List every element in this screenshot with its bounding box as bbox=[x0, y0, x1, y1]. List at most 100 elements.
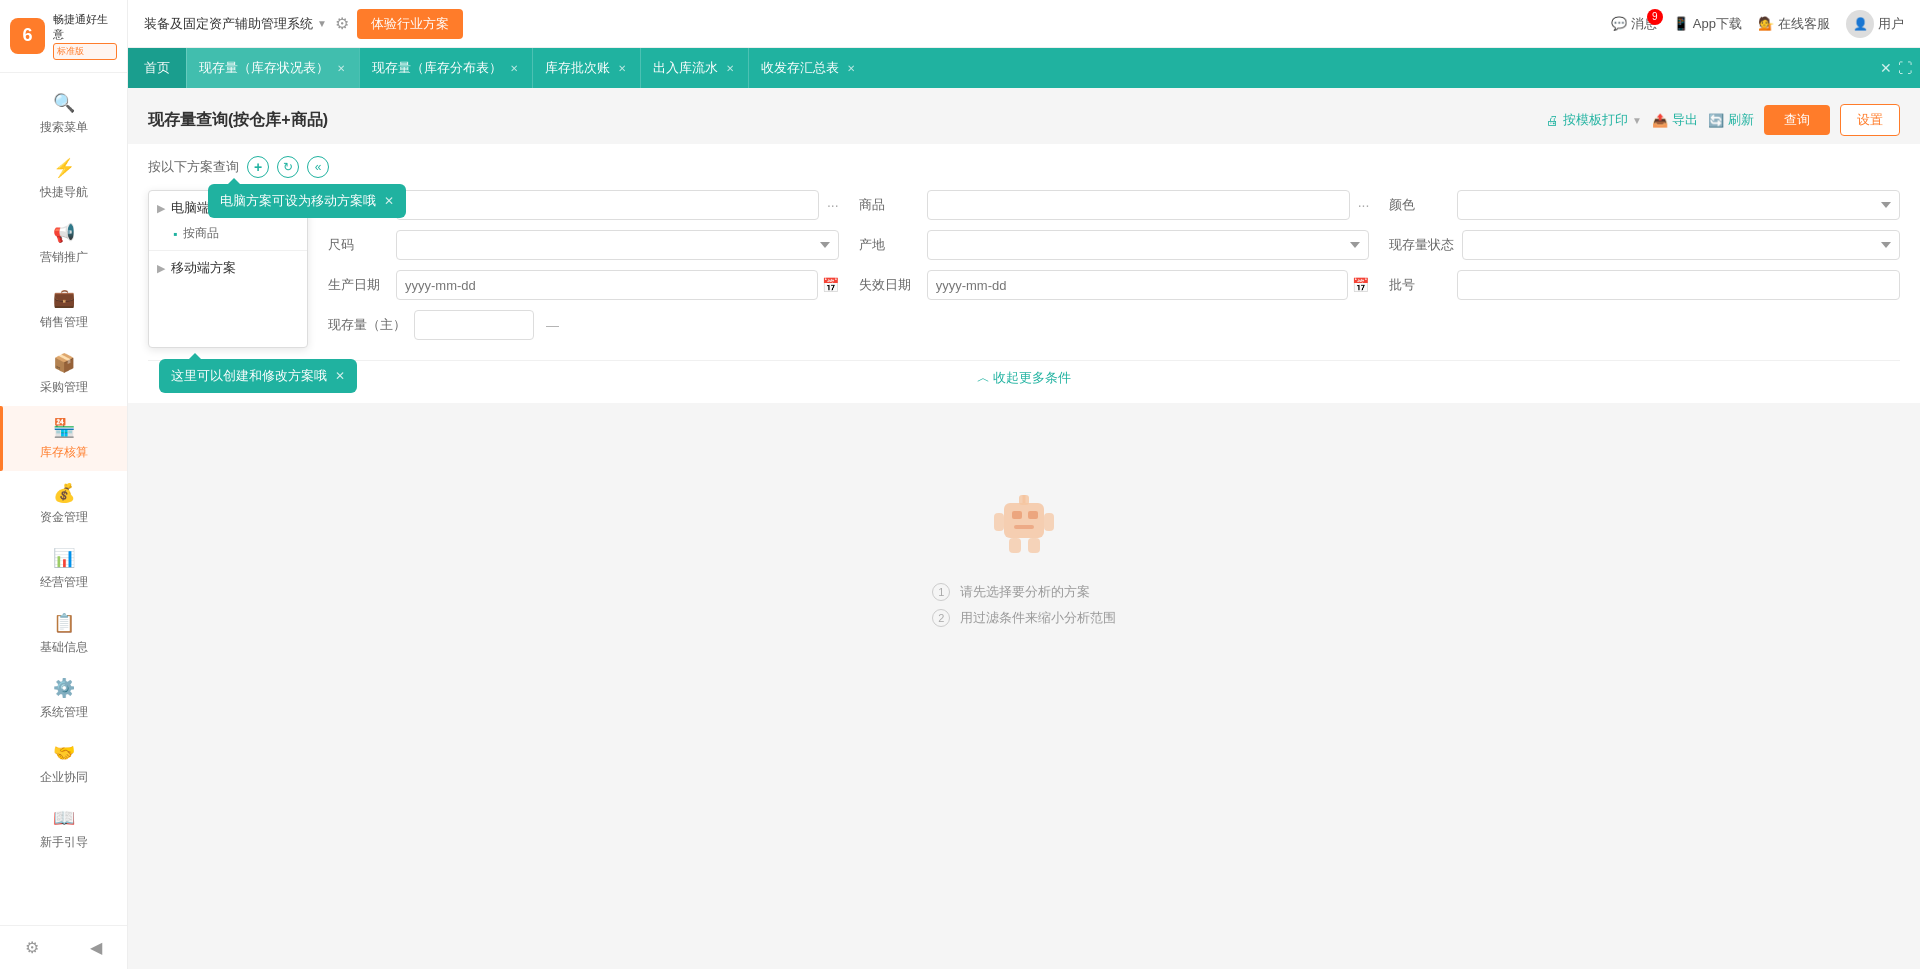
production-date-calendar-icon[interactable]: 📅 bbox=[822, 277, 839, 293]
scheme-expand-icon: ▶ bbox=[157, 202, 165, 215]
app-download-label: App下载 bbox=[1693, 15, 1742, 33]
system-icon: ⚙️ bbox=[52, 676, 76, 700]
tab-batch-account[interactable]: 库存批次账 ✕ bbox=[532, 48, 640, 88]
batch-input[interactable] bbox=[1457, 270, 1900, 300]
filter-expiry-date: 失效日期 📅 bbox=[859, 270, 1370, 300]
topbar-right: 💬 消息 9 📱 App下载 💁 在线客服 👤 用户 bbox=[1611, 10, 1904, 38]
empty-num-2: 2 bbox=[932, 609, 950, 627]
sidebar-item-base-info[interactable]: 📋 基础信息 bbox=[0, 601, 127, 666]
sidebar-item-inventory[interactable]: 🏪 库存核算 bbox=[0, 406, 127, 471]
scheme-item-mobile[interactable]: ▶ 移动端方案 bbox=[149, 255, 307, 281]
tab-summary[interactable]: 收发存汇总表 ✕ bbox=[748, 48, 869, 88]
filter-production-date: 生产日期 📅 bbox=[328, 270, 839, 300]
page-actions: 🖨 按模板打印 ▼ 📤 导出 🔄 刷新 查询 设置 bbox=[1546, 104, 1900, 136]
management-icon: 📊 bbox=[52, 546, 76, 570]
add-scheme-button[interactable]: + bbox=[247, 156, 269, 178]
sidebar-item-search[interactable]: 🔍 搜索菜单 bbox=[0, 81, 127, 146]
purchase-icon: 📦 bbox=[52, 351, 76, 375]
query-button[interactable]: 查询 bbox=[1764, 105, 1830, 135]
collapse-filter-button[interactable]: ︿ 收起更多条件 bbox=[148, 360, 1900, 395]
tab-inout-flow[interactable]: 出入库流水 ✕ bbox=[640, 48, 748, 88]
expiry-date-input[interactable] bbox=[927, 270, 1349, 300]
empty-text: 1 请先选择要分析的方案 2 用过滤条件来缩小分析范围 bbox=[932, 579, 1116, 631]
origin-label: 产地 bbox=[859, 236, 919, 254]
warehouse-dots[interactable]: ··· bbox=[827, 197, 839, 213]
production-date-input[interactable] bbox=[396, 270, 818, 300]
app-download-button[interactable]: 📱 App下载 bbox=[1673, 15, 1742, 33]
scheme-panel-wrapper: ▶ 电脑端方案 ▪ 按商品 ▶ 移动端方案 bbox=[148, 190, 1900, 348]
goods-dots[interactable]: ··· bbox=[1358, 197, 1370, 213]
tabbar: 首页 现存量（库存状况表） ✕ 现存量（库存分布表） ✕ 库存批次账 ✕ 出入库… bbox=[128, 48, 1920, 88]
print-button[interactable]: 🖨 按模板打印 ▼ bbox=[1546, 111, 1642, 129]
system-name-dropdown[interactable]: 装备及固定资产辅助管理系统 ▼ bbox=[144, 15, 327, 33]
sidebar-label-purchase: 采购管理 bbox=[40, 379, 88, 396]
production-date-wrap: 📅 bbox=[396, 270, 839, 300]
import-scheme-button[interactable]: « bbox=[307, 156, 329, 178]
sidebar-item-system[interactable]: ⚙️ 系统管理 bbox=[0, 666, 127, 731]
scheme-item-desktop-sub[interactable]: ▪ 按商品 bbox=[149, 221, 307, 246]
tab-stock-status[interactable]: 现存量（库存状况表） ✕ bbox=[186, 48, 359, 88]
sidebar-label-system: 系统管理 bbox=[40, 704, 88, 721]
tab-close-inout-flow[interactable]: ✕ bbox=[724, 61, 736, 76]
tab-close-stock-status[interactable]: ✕ bbox=[335, 61, 347, 76]
production-date-label: 生产日期 bbox=[328, 276, 388, 294]
refresh-scheme-button[interactable]: ↻ bbox=[277, 156, 299, 178]
size-select[interactable] bbox=[396, 230, 839, 260]
filter-stock-status: 现存量状态 bbox=[1389, 230, 1900, 260]
tab-close-stock-distribution[interactable]: ✕ bbox=[508, 61, 520, 76]
sidebar-item-management[interactable]: 📊 经营管理 bbox=[0, 536, 127, 601]
tab-close-batch-account[interactable]: ✕ bbox=[616, 61, 628, 76]
sidebar-label-guide: 新手引导 bbox=[40, 834, 88, 851]
svg-rect-3 bbox=[1014, 525, 1034, 529]
color-select[interactable] bbox=[1457, 190, 1900, 220]
sidebar-item-purchase[interactable]: 📦 采购管理 bbox=[0, 341, 127, 406]
tab-close-all-button[interactable]: ✕ bbox=[1880, 60, 1892, 76]
sidebar-item-guide[interactable]: 📖 新手引导 bbox=[0, 796, 127, 861]
tooltip-scheme-mobile: 电脑方案可设为移动方案哦 ✕ bbox=[208, 184, 406, 218]
industry-plan-button[interactable]: 体验行业方案 bbox=[357, 9, 463, 39]
base-info-icon: 📋 bbox=[52, 611, 76, 635]
sidebar-item-shortcuts[interactable]: ⚡ 快捷导航 bbox=[0, 146, 127, 211]
stock-status-label: 现存量状态 bbox=[1389, 236, 1454, 254]
filter-row-1: 仓库 ··· 商品 ··· 颜色 bbox=[328, 190, 1900, 220]
tab-home[interactable]: 首页 bbox=[128, 48, 186, 88]
tooltip-create-close[interactable]: ✕ bbox=[335, 369, 345, 383]
warehouse-input[interactable] bbox=[396, 190, 819, 220]
batch-label: 批号 bbox=[1389, 276, 1449, 294]
sales-icon: 💼 bbox=[52, 286, 76, 310]
collapse-sidebar-button[interactable]: ◀ bbox=[90, 938, 102, 957]
svg-rect-7 bbox=[1044, 513, 1054, 531]
settings-button[interactable]: ⚙ bbox=[25, 938, 39, 957]
stock-qty-min-input[interactable] bbox=[414, 310, 534, 340]
message-button[interactable]: 💬 消息 9 bbox=[1611, 15, 1657, 33]
sidebar-nav: 🔍 搜索菜单 ⚡ 快捷导航 📢 营销推广 💼 销售管理 📦 采购管理 🏪 库存核… bbox=[0, 73, 127, 925]
stock-status-select[interactable] bbox=[1462, 230, 1900, 260]
color-label: 颜色 bbox=[1389, 196, 1449, 214]
user-menu[interactable]: 👤 用户 bbox=[1846, 10, 1904, 38]
system-dropdown-arrow: ▼ bbox=[317, 18, 327, 29]
filter-fields: 仓库 ··· 商品 ··· 颜色 bbox=[328, 190, 1900, 348]
tooltip-scheme-close[interactable]: ✕ bbox=[384, 194, 394, 208]
system-name: 装备及固定资产辅助管理系统 bbox=[144, 15, 313, 33]
refresh-button[interactable]: 🔄 刷新 bbox=[1708, 111, 1754, 129]
origin-select[interactable] bbox=[927, 230, 1370, 260]
sidebar-label-search: 搜索菜单 bbox=[40, 119, 88, 136]
filter-header-label: 按以下方案查询 bbox=[148, 158, 239, 176]
sidebar-item-sales[interactable]: 💼 销售管理 bbox=[0, 276, 127, 341]
tab-fullscreen-button[interactable]: ⛶ bbox=[1898, 60, 1912, 76]
topbar-gear-button[interactable]: ⚙ bbox=[335, 14, 349, 33]
avatar: 👤 bbox=[1846, 10, 1874, 38]
export-button[interactable]: 📤 导出 bbox=[1652, 111, 1698, 129]
goods-input[interactable] bbox=[927, 190, 1350, 220]
tab-stock-distribution[interactable]: 现存量（库存分布表） ✕ bbox=[359, 48, 532, 88]
sidebar-item-finance[interactable]: 💰 资金管理 bbox=[0, 471, 127, 536]
settings-btn[interactable]: 设置 bbox=[1840, 104, 1900, 136]
online-support-button[interactable]: 💁 在线客服 bbox=[1758, 15, 1830, 33]
sidebar-item-cooperation[interactable]: 🤝 企业协同 bbox=[0, 731, 127, 796]
marketing-icon: 📢 bbox=[52, 221, 76, 245]
page-content: 现存量查询(按仓库+商品) 🖨 按模板打印 ▼ 📤 导出 🔄 刷新 查询 设置 bbox=[128, 88, 1920, 969]
print-dropdown-arrow: ▼ bbox=[1632, 115, 1642, 126]
tab-close-summary[interactable]: ✕ bbox=[845, 61, 857, 76]
sidebar-item-marketing[interactable]: 📢 营销推广 bbox=[0, 211, 127, 276]
expiry-date-calendar-icon[interactable]: 📅 bbox=[1352, 277, 1369, 293]
